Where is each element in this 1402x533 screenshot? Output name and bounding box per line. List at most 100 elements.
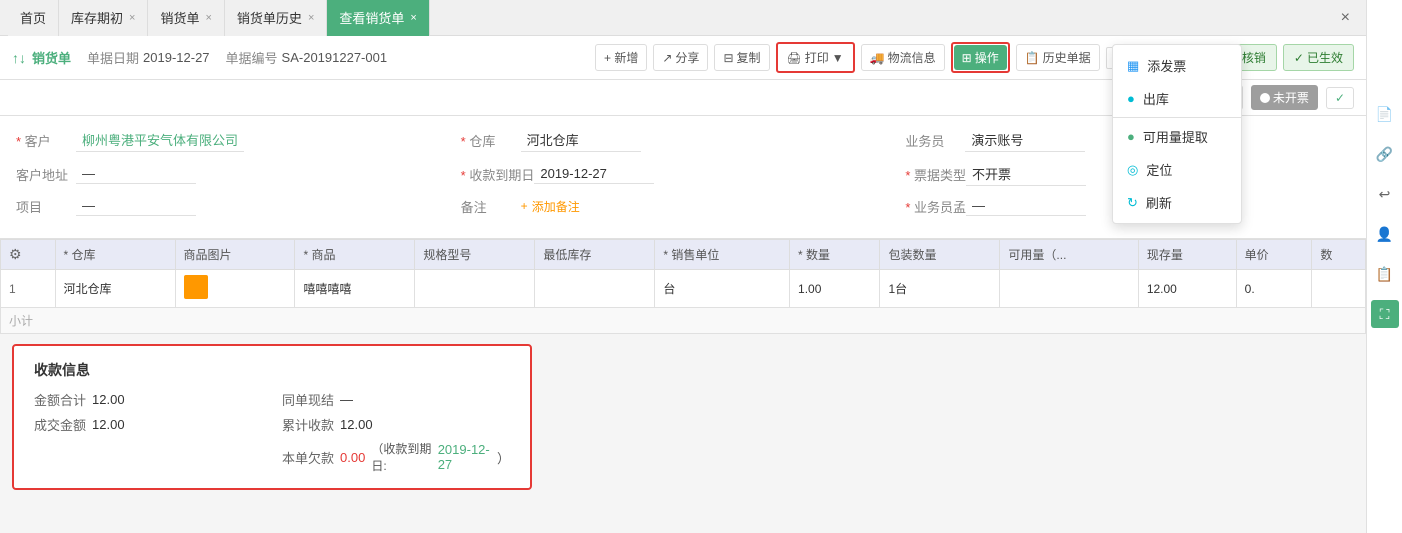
outbound-item[interactable]: ● 出库 <box>1113 82 1241 115</box>
due-payment-row: 本单欠款 0.00 （收款到期日: 2019-12-27 ） <box>282 440 510 474</box>
row-price: 0. <box>1236 270 1312 308</box>
note-field: 备注 + 添加备注 <box>461 197 906 216</box>
print-dropdown-icon: ▼ <box>832 51 844 65</box>
operate-dropdown: ▦ 添发票 ● 出库 ● 可用量提取 ◎ 定位 ↻ 刷新 <box>1112 44 1242 224</box>
product-table: ⚙ * 仓库 商品图片 * 商品 规格型号 最低库存 * 销售单位 * 数量 包… <box>0 239 1366 334</box>
sidebar-icon-user[interactable]: 👤 <box>1371 220 1399 248</box>
print-icon: 🖨 <box>787 51 802 65</box>
doc-type-label: 销货单 <box>32 48 71 67</box>
due-date-value: 2019-12-27 <box>534 164 654 184</box>
tab-sales-order-close[interactable]: × <box>205 12 211 24</box>
col-gear[interactable]: ⚙ <box>1 240 56 270</box>
subtotal-row: 小计 <box>1 308 1366 334</box>
not-open-button[interactable]: 未开票 <box>1251 85 1318 110</box>
history-button[interactable]: 📋 历史单据 <box>1016 44 1100 71</box>
row-img <box>175 270 295 308</box>
add-invoice-item[interactable]: ▦ 添发票 <box>1113 49 1241 82</box>
doc-date: 2019-12-27 <box>143 50 210 65</box>
accumulated-row: 累计收款 12.00 <box>282 415 510 434</box>
logistics-icon: 🚚 <box>870 51 885 65</box>
sidebar-icon-doc[interactable]: 📄 <box>1371 100 1399 128</box>
outbound-icon: ● <box>1127 91 1135 106</box>
col-spec: 规格型号 <box>415 240 535 270</box>
col-product: * 商品 <box>295 240 415 270</box>
col-qty: * 数量 <box>790 240 880 270</box>
deal-amount-value: 12.00 <box>92 417 125 432</box>
row-product: 嘻嘻嘻嘻 <box>295 270 415 308</box>
col-min-stock: 最低库存 <box>535 240 655 270</box>
warehouse-value: 河北仓库 <box>521 128 641 152</box>
row-available <box>1000 270 1138 308</box>
refresh-item[interactable]: ↻ 刷新 <box>1113 186 1241 219</box>
due-payment-end: ） <box>497 448 510 467</box>
sidebar-icon-link[interactable]: 🔗 <box>1371 140 1399 168</box>
available-icon: ● <box>1127 129 1135 144</box>
sidebar-icon-expand[interactable]: ⛶ <box>1371 300 1399 328</box>
project-field: 项目 — <box>16 196 461 216</box>
locate-icon: ◎ <box>1127 162 1138 178</box>
payment-grid: 金额合计 12.00 同单现结 — 成交金额 12.00 累计收款 12.00 <box>34 390 510 474</box>
add-note-button[interactable]: + 添加备注 <box>521 198 580 215</box>
operate-button[interactable]: ⊞ 操作 <box>954 45 1007 70</box>
confirm-button[interactable]: ✓ <box>1326 87 1354 109</box>
tab-home[interactable]: 首页 <box>8 0 59 36</box>
subtotal-label: 小计 <box>1 308 1366 334</box>
row-warehouse: 河北仓库 <box>55 270 175 308</box>
locate-item[interactable]: ◎ 定位 <box>1113 153 1241 186</box>
total-amount-row: 金额合计 12.00 <box>34 390 262 409</box>
row-unit: 台 <box>655 270 790 308</box>
row-num: 1 <box>1 270 56 308</box>
refresh-icon: ↻ <box>1127 195 1138 211</box>
share-button[interactable]: ↗ 分享 <box>653 44 708 71</box>
gear-icon: ⚙ <box>9 246 22 262</box>
sidebar-icon-undo[interactable]: ↩ <box>1371 180 1399 208</box>
history-icon: 📋 <box>1025 51 1040 65</box>
tab-sales-history-close[interactable]: × <box>308 12 314 24</box>
product-table-container: ⚙ * 仓库 商品图片 * 商品 规格型号 最低库存 * 销售单位 * 数量 包… <box>0 239 1366 334</box>
row-pack-qty: 1台 <box>880 270 1000 308</box>
confirm-icon: ✓ <box>1335 91 1345 105</box>
available-qty-item[interactable]: ● 可用量提取 <box>1113 120 1241 153</box>
tab-inventory-init-close[interactable]: × <box>129 12 135 24</box>
sidebar-icon-clipboard[interactable]: 📋 <box>1371 260 1399 288</box>
project-value: — <box>76 196 196 216</box>
sales-staff-value: — <box>966 196 1086 216</box>
doc-number: SA-20191227-001 <box>282 50 388 65</box>
dropdown-divider <box>1113 117 1241 118</box>
effective-button[interactable]: ✓ 已生效 <box>1283 44 1354 71</box>
same-order-row: 同单现结 — <box>282 390 510 409</box>
print-button[interactable]: 🖨 打印 ▼ <box>779 45 852 70</box>
same-order-value: — <box>340 392 353 407</box>
tab-view-sales-close[interactable]: × <box>410 12 416 24</box>
address-field: 客户地址 — <box>16 164 461 184</box>
window-close-button[interactable]: × <box>1333 9 1358 27</box>
address-value: — <box>76 164 196 184</box>
payment-info-panel: 收款信息 金额合计 12.00 同单现结 — 成交金额 12.00 累计收款 1… <box>12 344 532 490</box>
staff-value: 演示账号 <box>965 128 1085 152</box>
col-price: 单价 <box>1236 240 1312 270</box>
logistics-button[interactable]: 🚚 物流信息 <box>861 44 945 71</box>
accumulated-value: 12.00 <box>340 417 373 432</box>
doc-meta: 单据日期 2019-12-27 单据编号 SA-20191227-001 <box>87 48 387 67</box>
customer-value[interactable]: 柳州粤港平安气体有限公司 <box>76 128 244 152</box>
customer-field: 客户 柳州粤港平安气体有限公司 <box>16 128 461 152</box>
share-icon: ↗ <box>662 51 672 65</box>
check-icon2: ✓ <box>1294 51 1304 65</box>
tab-sales-history[interactable]: 销货单历史 × <box>225 0 327 36</box>
print-highlight-box: 🖨 打印 ▼ <box>776 42 855 73</box>
tab-inventory-init[interactable]: 库存期初 × <box>59 0 148 36</box>
copy-button[interactable]: ⊟ 复制 <box>714 44 769 71</box>
table-row: 1 河北仓库 嘻嘻嘻嘻 台 1.00 1台 12.00 0. <box>1 270 1366 308</box>
due-date-field: 收款到期日 2019-12-27 <box>461 164 906 184</box>
tab-sales-order[interactable]: 销货单 × <box>148 0 224 36</box>
add-button[interactable]: + 新增 <box>595 44 647 71</box>
row-min-stock <box>535 270 655 308</box>
ticket-value: 不开票 <box>966 162 1086 186</box>
col-warehouse: * 仓库 <box>55 240 175 270</box>
invoice-icon: ▦ <box>1127 58 1139 74</box>
payment-title: 收款信息 <box>34 360 510 380</box>
col-amount: 数 <box>1312 240 1366 270</box>
copy-icon: ⊟ <box>723 51 733 65</box>
operate-highlight-box: ⊞ 操作 <box>951 42 1010 73</box>
tab-view-sales[interactable]: 查看销货单 × <box>327 0 429 36</box>
